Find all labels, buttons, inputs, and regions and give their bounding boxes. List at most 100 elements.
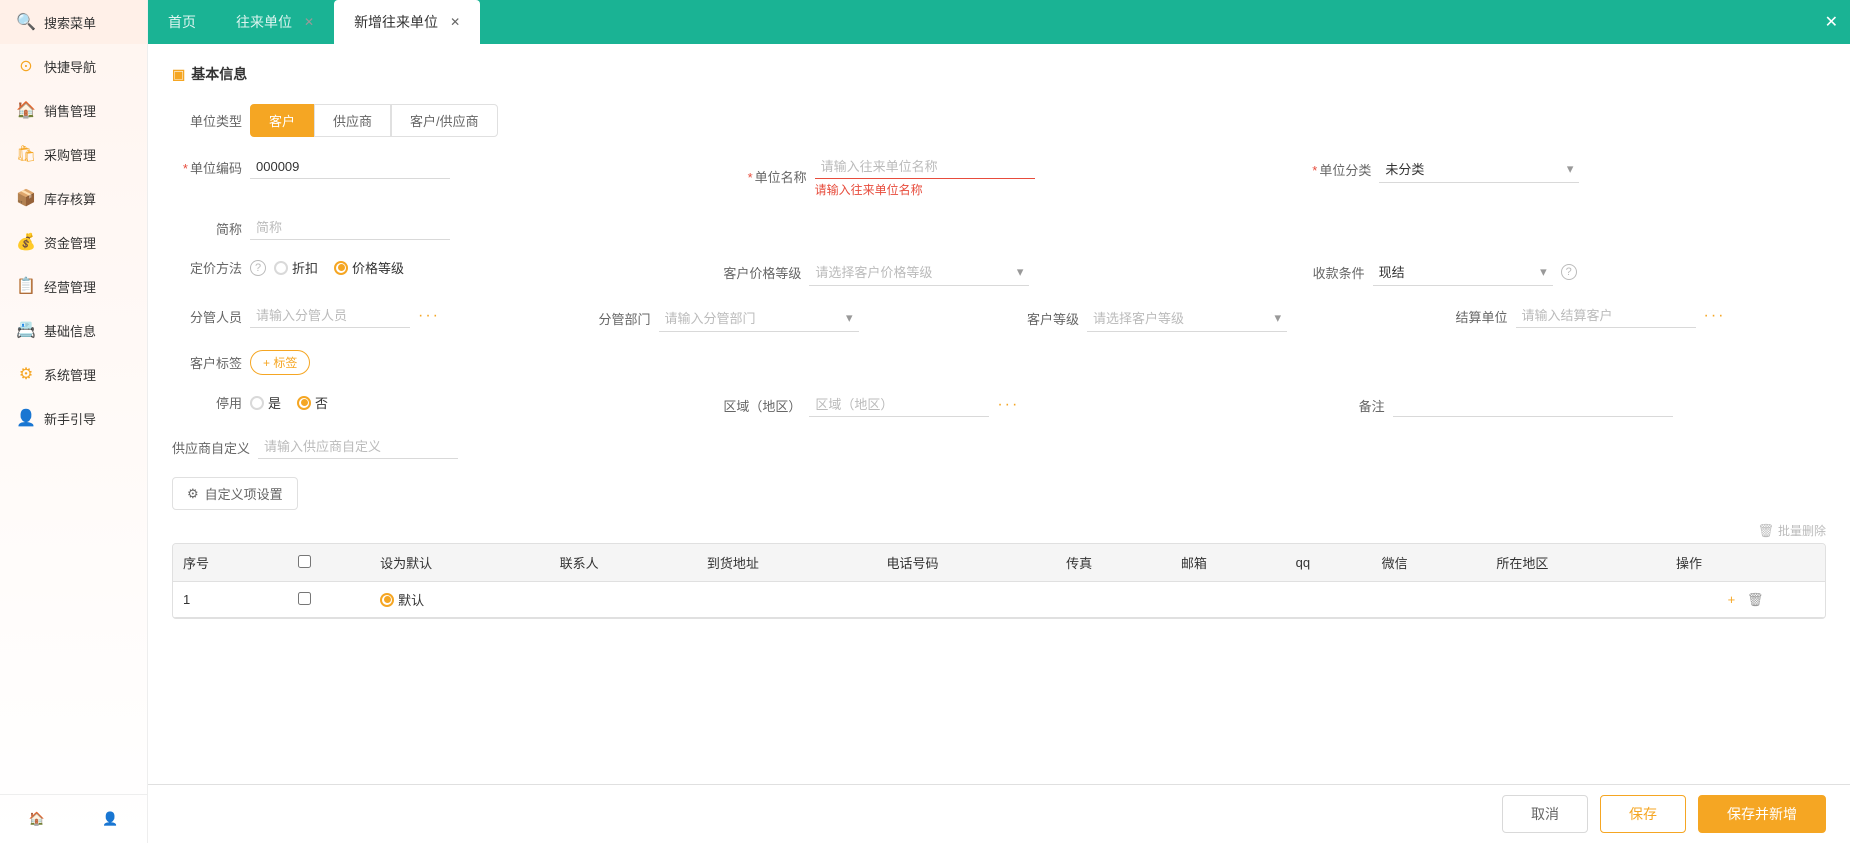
custom-settings-button[interactable]: ⚙ 自定义项设置 (172, 477, 298, 510)
remark-label: 备注 (1315, 396, 1385, 415)
sidebar-item-quick-nav[interactable]: ⊙ 快捷导航 (0, 44, 147, 88)
unit-type-row: 单位类型 客户 供应商 客户/供应商 (172, 104, 1826, 137)
pricing-row: 定价方法 ? 折扣 价格等级 客户价格等级 请选择客户价格等级 (172, 258, 1826, 286)
unit-name-input[interactable] (815, 155, 1035, 179)
sidebar-item-system[interactable]: ⚙ 系统管理 (0, 352, 147, 396)
settlement-more-icon[interactable]: ··· (1704, 307, 1726, 325)
tab-add-unit[interactable]: 新增往来单位 ✕ (334, 0, 480, 44)
settlement-unit-field: 结算单位 ··· (1438, 304, 1827, 328)
settings-icon: ⚙ (187, 486, 199, 502)
pricing-method-field: 定价方法 ? 折扣 价格等级 (172, 258, 703, 277)
payment-terms-select[interactable]: 现结 ▾ (1373, 258, 1553, 286)
basic-info-icon: 📇 (16, 320, 36, 340)
payment-help-icon[interactable]: ? (1561, 264, 1577, 280)
unit-code-input[interactable] (250, 155, 450, 179)
department-select[interactable]: 请输入分管部门 ▾ (659, 304, 859, 332)
table-row: 1 默认 (173, 582, 1825, 618)
select-all-checkbox[interactable] (298, 555, 311, 568)
sidebar-item-purchase[interactable]: 🛍 采购管理 (0, 132, 147, 176)
sidebar-item-label: 快捷导航 (44, 57, 96, 76)
pricing-method-label: 定价方法 (172, 258, 242, 277)
col-qq: qq (1286, 544, 1372, 582)
customer-level-select[interactable]: 请选择客户等级 ▾ (1087, 304, 1287, 332)
sidebar: 🔍 搜索菜单 ⊙ 快捷导航 🏠 销售管理 🛍 采购管理 📦 库存核算 💰 资金管… (0, 0, 148, 843)
col-default: 设为默认 (370, 544, 550, 582)
chevron-down-icon-price: ▾ (1017, 264, 1024, 280)
delete-row-icon[interactable]: 🗑 (1747, 592, 1764, 607)
manager-label: 分管人员 (172, 307, 242, 326)
cell-region (1486, 582, 1666, 618)
manager-more-icon[interactable]: ··· (418, 307, 440, 325)
sidebar-item-guide[interactable]: 👤 新手引导 (0, 396, 147, 440)
disable-no-radio[interactable] (297, 396, 311, 410)
content-area: ▣ 基本信息 单位类型 客户 供应商 客户/供应商 *单位编码 (148, 44, 1850, 784)
sidebar-item-finance[interactable]: 💰 资金管理 (0, 220, 147, 264)
disable-yes-option[interactable]: 是 (250, 393, 281, 412)
cancel-button[interactable]: 取消 (1502, 795, 1588, 833)
batch-delete-area[interactable]: 🗑 批量删除 (172, 522, 1826, 539)
row-checkbox[interactable] (298, 592, 311, 605)
sidebar-bottom: 🏠 👤 (0, 794, 147, 843)
unit-type-customer-btn[interactable]: 客户 (250, 104, 314, 137)
pricing-help-icon[interactable]: ? (250, 260, 266, 276)
unit-type-both-btn[interactable]: 客户/供应商 (391, 104, 498, 137)
sidebar-item-inventory[interactable]: 📦 库存核算 (0, 176, 147, 220)
region-input[interactable] (809, 393, 989, 417)
pricing-level-option[interactable]: 价格等级 (334, 258, 404, 277)
search-icon: 🔍 (16, 12, 36, 32)
sidebar-item-operations[interactable]: 📋 经营管理 (0, 264, 147, 308)
supplier-custom-label: 供应商自定义 (172, 438, 250, 457)
cell-phone (876, 582, 1056, 618)
tab-bar: 首页 往来单位 ✕ 新增往来单位 ✕ ✕ (148, 0, 1850, 44)
save-button[interactable]: 保存 (1600, 795, 1686, 833)
disable-no-label: 否 (315, 393, 328, 412)
window-close-button[interactable]: ✕ (1825, 12, 1838, 32)
sidebar-user-icon[interactable]: 👤 (94, 803, 126, 835)
default-radio[interactable] (380, 593, 394, 607)
tab-add-unit-close[interactable]: ✕ (450, 15, 460, 29)
unit-name-label: *单位名称 (737, 167, 807, 186)
col-index: 序号 (173, 544, 288, 582)
sidebar-item-label: 库存核算 (44, 189, 96, 208)
cell-contact (550, 582, 697, 618)
sidebar-home-icon[interactable]: 🏠 (21, 803, 53, 835)
disable-no-option[interactable]: 否 (297, 393, 328, 412)
tab-transaction-units[interactable]: 往来单位 ✕ (216, 0, 334, 44)
unit-name-error: 请输入往来单位名称 (815, 181, 1035, 198)
sales-icon: 🏠 (16, 100, 36, 120)
supplier-custom-input[interactable] (258, 435, 458, 459)
col-phone: 电话号码 (876, 544, 1056, 582)
pricing-discount-radio[interactable] (274, 261, 288, 275)
pricing-radio-group: 折扣 价格等级 (274, 258, 404, 277)
col-contact: 联系人 (550, 544, 697, 582)
default-radio-option[interactable]: 默认 (380, 590, 540, 609)
settlement-unit-input[interactable] (1516, 304, 1696, 328)
cell-operation: + 🗑 (1666, 582, 1825, 618)
guide-icon: 👤 (16, 408, 36, 428)
tab-home[interactable]: 首页 (148, 0, 216, 44)
sidebar-item-search[interactable]: 🔍 搜索菜单 (0, 0, 147, 44)
disable-radio-group: 是 否 (250, 393, 328, 412)
tab-transaction-units-label: 往来单位 (236, 12, 292, 32)
sidebar-item-label: 经营管理 (44, 277, 96, 296)
disable-yes-radio[interactable] (250, 396, 264, 410)
customer-price-level-select[interactable]: 请选择客户价格等级 ▾ (809, 258, 1029, 286)
short-name-input[interactable] (250, 216, 450, 240)
pricing-level-radio[interactable] (334, 261, 348, 275)
short-name-field: 简称 (172, 216, 1826, 240)
col-fax: 传真 (1056, 544, 1171, 582)
pricing-discount-option[interactable]: 折扣 (274, 258, 318, 277)
sidebar-item-basic-info[interactable]: 📇 基础信息 (0, 308, 147, 352)
remark-input[interactable] (1393, 393, 1673, 417)
supplier-custom-row: 供应商自定义 (172, 435, 1826, 459)
unit-type-supplier-btn[interactable]: 供应商 (314, 104, 391, 137)
unit-type-field: 单位类型 客户 供应商 客户/供应商 (172, 104, 1826, 137)
region-more-icon[interactable]: ··· (997, 396, 1019, 414)
add-tag-button[interactable]: + 标签 (250, 350, 310, 375)
tab-transaction-units-close[interactable]: ✕ (304, 15, 314, 29)
add-row-icon[interactable]: + (1728, 592, 1736, 607)
sidebar-item-sales[interactable]: 🏠 销售管理 (0, 88, 147, 132)
manager-input[interactable] (250, 304, 410, 328)
unit-category-select[interactable]: 未分类 ▾ (1379, 155, 1579, 183)
save-add-button[interactable]: 保存并新增 (1698, 795, 1826, 833)
